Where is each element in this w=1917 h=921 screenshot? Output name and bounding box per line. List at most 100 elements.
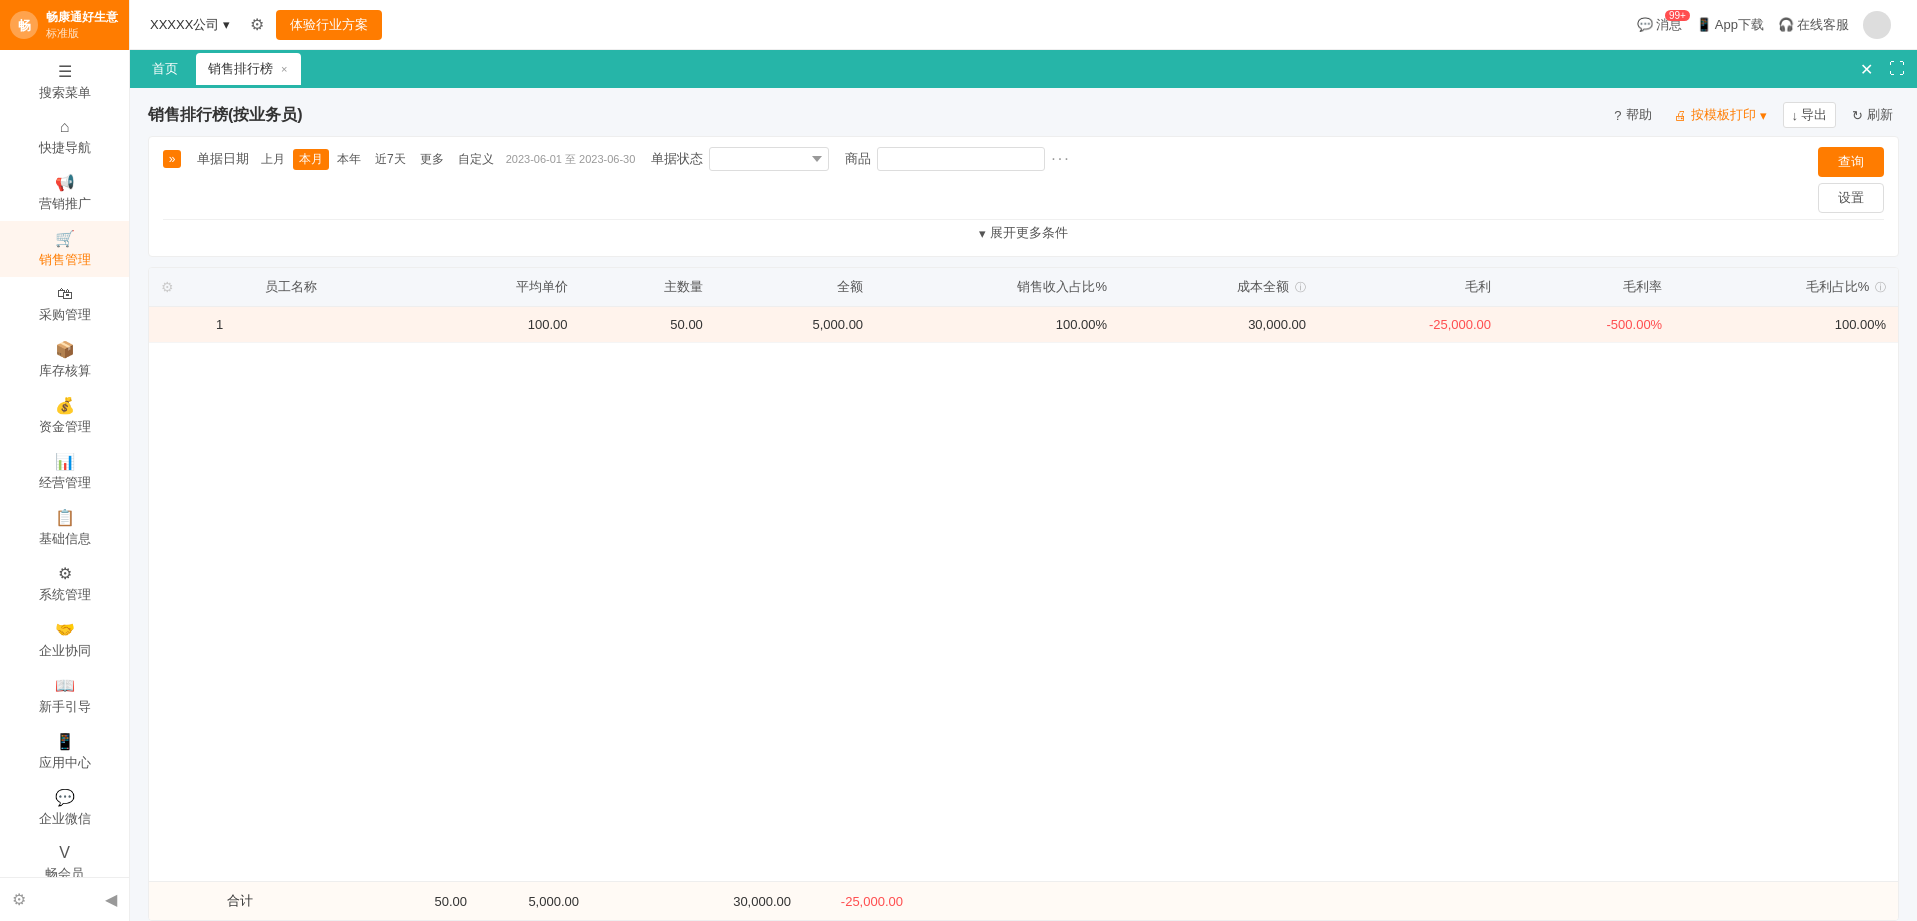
try-industry-button[interactable]: 体验行业方案 bbox=[276, 10, 382, 40]
nav-icon-2: 📢 bbox=[55, 173, 75, 192]
topbar-settings-icon[interactable]: ⚙ bbox=[246, 11, 268, 38]
nav-icon-5: 📦 bbox=[55, 340, 75, 359]
footer-cost-total: 30,000.00 bbox=[691, 894, 791, 909]
table-wrapper: ⚙ 员工名称 平均单价 主数量 全额 销售收入占比% 成本全额 ⓘ bbox=[149, 268, 1898, 881]
row-avg-price: 100.00 bbox=[416, 307, 579, 343]
app-download-label: App下载 bbox=[1715, 16, 1764, 34]
company-name: XXXXX公司 bbox=[150, 16, 219, 34]
tab-close-icon[interactable]: × bbox=[279, 63, 289, 75]
sidebar-item-13[interactable]: 💬企业微信 bbox=[0, 780, 129, 836]
tabbar-right: ✕ ⛶ bbox=[1856, 58, 1909, 81]
sidebar-item-10[interactable]: 🤝企业协同 bbox=[0, 612, 129, 668]
sales-ranking-table: ⚙ 员工名称 平均单价 主数量 全额 销售收入占比% 成本全额 ⓘ bbox=[149, 268, 1898, 343]
nav-label-4: 采购管理 bbox=[39, 306, 91, 324]
print-button[interactable]: 🖨 按模板打印 ▾ bbox=[1668, 102, 1773, 128]
filter-settings-button[interactable]: 设置 bbox=[1818, 183, 1884, 213]
nav-label-0: 搜索菜单 bbox=[39, 84, 91, 102]
row-gross-rate: -500.00% bbox=[1503, 307, 1674, 343]
table-row: 1 100.00 50.00 5,000.00 100.00% 30,000.0… bbox=[149, 307, 1898, 343]
user-avatar[interactable] bbox=[1863, 11, 1891, 39]
prev-month-btn[interactable]: 上月 bbox=[255, 149, 291, 170]
refresh-button[interactable]: ↻ 刷新 bbox=[1846, 102, 1899, 128]
nav-label-3: 销售管理 bbox=[39, 251, 91, 269]
custom-date-btn[interactable]: 自定义 bbox=[452, 149, 500, 170]
online-service-label: 在线客服 bbox=[1797, 16, 1849, 34]
more-date-btn[interactable]: 更多 bbox=[414, 149, 450, 170]
online-service-button[interactable]: 🎧 在线客服 bbox=[1778, 16, 1849, 34]
close-window-icon[interactable]: ✕ bbox=[1856, 58, 1877, 81]
table-body: 1 100.00 50.00 5,000.00 100.00% 30,000.0… bbox=[149, 307, 1898, 343]
expand-window-icon[interactable]: ⛶ bbox=[1885, 58, 1909, 80]
sidebar-item-9[interactable]: ⚙系统管理 bbox=[0, 556, 129, 612]
help-button[interactable]: ? 帮助 bbox=[1608, 102, 1657, 128]
tab-home[interactable]: 首页 bbox=[138, 52, 192, 86]
col-gross-rate: 毛利率 bbox=[1503, 268, 1674, 307]
sidebar-item-3[interactable]: 🛒销售管理 bbox=[0, 221, 129, 277]
col-rank bbox=[186, 268, 253, 307]
query-button[interactable]: 查询 bbox=[1818, 147, 1884, 177]
nav-label-12: 应用中心 bbox=[39, 754, 91, 772]
export-button[interactable]: ↓ 导出 bbox=[1783, 102, 1837, 128]
sidebar-item-12[interactable]: 📱 应用中心 bbox=[0, 724, 129, 780]
cost-help-icon[interactable]: ⓘ bbox=[1295, 281, 1306, 293]
nav-icon-13: 💬 bbox=[55, 788, 75, 807]
print-label: 按模板打印 bbox=[1691, 106, 1756, 124]
col-gross-profit: 毛利 bbox=[1318, 268, 1503, 307]
company-selector[interactable]: XXXXX公司 ▾ bbox=[142, 12, 238, 38]
gross-pct-help-icon[interactable]: ⓘ bbox=[1875, 281, 1886, 293]
app-download-button[interactable]: 📱 App下载 bbox=[1696, 16, 1764, 34]
nav-icon-14: V bbox=[59, 844, 70, 862]
goods-more-icon[interactable]: ··· bbox=[1051, 150, 1070, 168]
sidebar-item-4[interactable]: 🛍采购管理 bbox=[0, 277, 129, 332]
collapse-sidebar-icon[interactable]: ◀ bbox=[101, 886, 121, 913]
topbar: XXXXX公司 ▾ ⚙ 体验行业方案 💬 消息 99+ 📱 App下载 🎧 在线… bbox=[130, 0, 1917, 50]
sidebar-item-14[interactable]: V畅会员 bbox=[0, 836, 129, 877]
row-total: 5,000.00 bbox=[715, 307, 875, 343]
tab-label: 销售排行榜 bbox=[208, 60, 273, 78]
footer-gross-profit: -25,000.00 bbox=[803, 894, 903, 909]
logo: 畅 畅康通好生意 标准版 bbox=[0, 0, 129, 50]
nav-icon-12: 📱 bbox=[55, 732, 75, 751]
seven-days-btn[interactable]: 近7天 bbox=[369, 149, 412, 170]
filter-row: » 单据日期 上月 本月 本年 近7天 更多 自定义 2023-0 bbox=[163, 147, 1818, 171]
sidebar-item-5[interactable]: 📦库存核算 bbox=[0, 332, 129, 388]
sidebar-item-7[interactable]: 📊经营管理 bbox=[0, 444, 129, 500]
topbar-right: 💬 消息 99+ 📱 App下载 🎧 在线客服 bbox=[1637, 11, 1905, 39]
filter-status-item: 单据状态 bbox=[651, 147, 829, 171]
nav-label-10: 企业协同 bbox=[39, 642, 91, 660]
col-sales-pct: 销售收入占比% bbox=[875, 268, 1119, 307]
table-footer: 合计 50.00 5,000.00 30,000.00 -25,000.00 bbox=[149, 881, 1898, 920]
column-settings-icon[interactable]: ⚙ bbox=[161, 279, 174, 295]
message-button[interactable]: 💬 消息 99+ bbox=[1637, 16, 1682, 34]
date-filter-label: 单据日期 bbox=[197, 150, 249, 168]
filter-fields: » 单据日期 上月 本月 本年 近7天 更多 自定义 2023-0 bbox=[163, 147, 1818, 171]
this-month-btn[interactable]: 本月 bbox=[293, 149, 329, 170]
sidebar-item-6[interactable]: 💰资金管理 bbox=[0, 388, 129, 444]
goods-input[interactable] bbox=[877, 147, 1045, 171]
sidebar-item-8[interactable]: 📋基础信息 bbox=[0, 500, 129, 556]
tab-sales-ranking[interactable]: 销售排行榜 × bbox=[196, 53, 301, 85]
nav-label-9: 系统管理 bbox=[39, 586, 91, 604]
sidebar-item-1[interactable]: ⌂快捷导航 bbox=[0, 110, 129, 165]
filter-collapse-toggle[interactable]: » bbox=[163, 150, 181, 168]
page-title: 销售排行榜(按业务员) bbox=[148, 105, 303, 126]
settings-bottom-icon[interactable]: ⚙ bbox=[8, 886, 30, 913]
sidebar-item-11[interactable]: 📖新手引导 bbox=[0, 668, 129, 724]
sidebar: 畅 畅康通好生意 标准版 ☰搜索菜单⌂快捷导航📢营销推广🛒销售管理🛍采购管理📦库… bbox=[0, 0, 130, 921]
expand-more-filters[interactable]: ▾ 展开更多条件 bbox=[163, 219, 1884, 246]
this-year-btn[interactable]: 本年 bbox=[331, 149, 367, 170]
status-select[interactable] bbox=[709, 147, 829, 171]
filter-main-row: » 单据日期 上月 本月 本年 近7天 更多 自定义 2023-0 bbox=[163, 147, 1884, 213]
refresh-label: 刷新 bbox=[1867, 106, 1893, 124]
row-sales-pct: 100.00% bbox=[875, 307, 1119, 343]
sidebar-item-2[interactable]: 📢营销推广 bbox=[0, 165, 129, 221]
nav-label-8: 基础信息 bbox=[39, 530, 91, 548]
sidebar-item-0[interactable]: ☰搜索菜单 bbox=[0, 54, 129, 110]
row-employee bbox=[253, 307, 416, 343]
page-content: 销售排行榜(按业务员) ? 帮助 🖨 按模板打印 ▾ ↓ 导出 ↻ 刷新 bbox=[130, 88, 1917, 921]
row-gross-pct: 100.00% bbox=[1674, 307, 1898, 343]
row-rank: 1 bbox=[186, 307, 253, 343]
col-settings: ⚙ bbox=[149, 268, 186, 307]
nav-label-11: 新手引导 bbox=[39, 698, 91, 716]
row-gross-profit: -25,000.00 bbox=[1318, 307, 1503, 343]
